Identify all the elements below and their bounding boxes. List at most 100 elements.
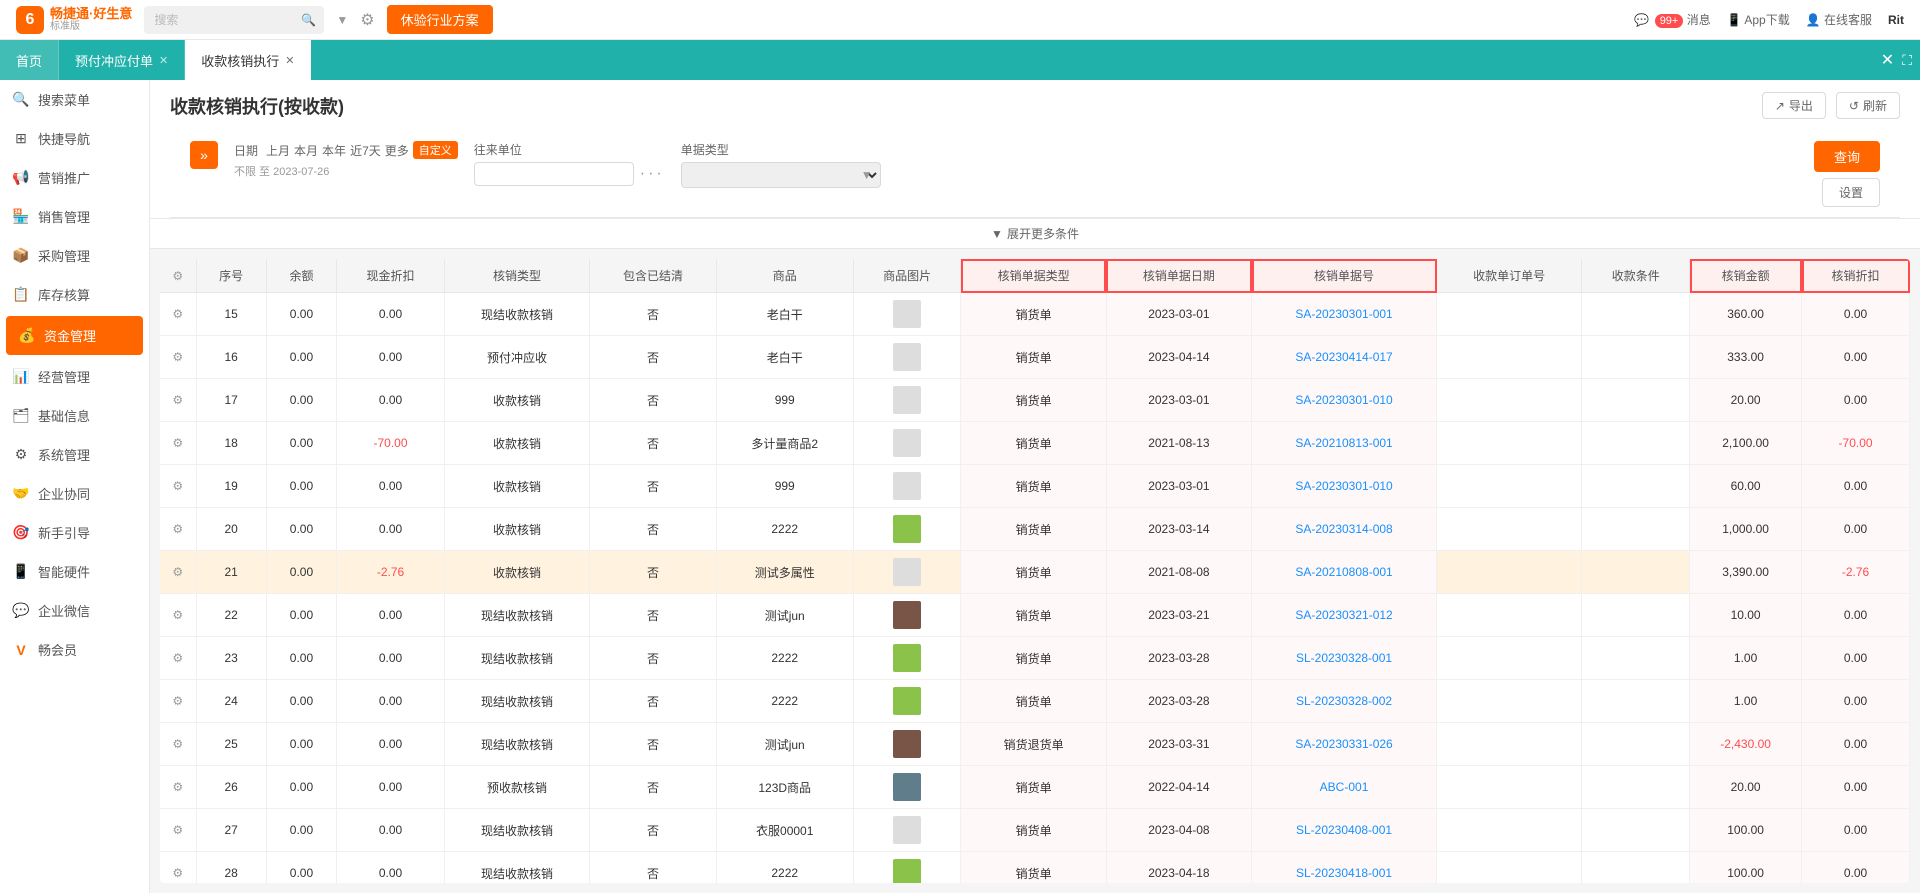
tab-prepaid[interactable]: 预付冲应付单 ✕ bbox=[59, 40, 185, 80]
voucher-no-link[interactable]: SL-20230328-001 bbox=[1296, 651, 1392, 665]
cell-settings[interactable]: ⚙ bbox=[160, 637, 196, 680]
voucher-no-link[interactable]: SA-20230301-010 bbox=[1295, 479, 1392, 493]
sidebar-item-guide[interactable]: 🎯 新手引导 bbox=[0, 513, 149, 552]
row-settings-icon[interactable]: ⚙ bbox=[172, 350, 183, 364]
partner-input[interactable] bbox=[474, 162, 634, 186]
voucher-no-link[interactable]: SA-20230414-017 bbox=[1295, 350, 1392, 364]
sidebar-item-vip[interactable]: V 畅会员 bbox=[0, 630, 149, 669]
cell-settings[interactable]: ⚙ bbox=[160, 508, 196, 551]
voucher-no-link[interactable]: ABC-001 bbox=[1320, 780, 1369, 794]
sidebar-item-finance[interactable]: 💰 资金管理 bbox=[6, 316, 143, 355]
cell-settings[interactable]: ⚙ bbox=[160, 336, 196, 379]
sidebar-item-wechat[interactable]: 💬 企业微信 bbox=[0, 591, 149, 630]
cell-settings[interactable]: ⚙ bbox=[160, 594, 196, 637]
voucher-no-link[interactable]: SA-20210808-001 bbox=[1295, 565, 1392, 579]
voucher-no-link[interactable]: SA-20230331-026 bbox=[1295, 737, 1392, 751]
voucher-no-link[interactable]: SA-20230314-008 bbox=[1295, 522, 1392, 536]
filter-expand-btn[interactable]: » bbox=[190, 141, 218, 169]
tab-verify[interactable]: 收款核销执行 ✕ bbox=[185, 40, 311, 80]
partner-dots[interactable]: ··· bbox=[640, 165, 665, 183]
query-button[interactable]: 查询 bbox=[1814, 141, 1880, 172]
sidebar-item-inventory[interactable]: 📋 库存核算 bbox=[0, 275, 149, 314]
voucher-no-link[interactable]: SL-20230418-001 bbox=[1296, 866, 1392, 880]
cell-settings[interactable]: ⚙ bbox=[160, 551, 196, 594]
cell-voucher-no[interactable]: SA-20230331-026 bbox=[1252, 723, 1437, 766]
date-this-month[interactable]: 本月 bbox=[294, 142, 318, 159]
online-service-link[interactable]: 👤 在线客服 bbox=[1806, 11, 1872, 28]
row-settings-icon[interactable]: ⚙ bbox=[172, 694, 183, 708]
date-last-month[interactable]: 上月 bbox=[266, 142, 290, 159]
date-more[interactable]: 更多 bbox=[385, 142, 409, 159]
row-settings-icon[interactable]: ⚙ bbox=[172, 436, 183, 450]
row-settings-icon[interactable]: ⚙ bbox=[172, 393, 183, 407]
settings-button[interactable]: 设置 bbox=[1822, 178, 1880, 207]
sidebar-item-base-info[interactable]: 🗂 基础信息 bbox=[0, 396, 149, 435]
tab-close-icon[interactable]: ✕ bbox=[1881, 50, 1894, 70]
cell-voucher-no[interactable]: SL-20230328-002 bbox=[1252, 680, 1437, 723]
voucher-no-link[interactable]: SA-20230301-010 bbox=[1295, 393, 1392, 407]
cell-settings[interactable]: ⚙ bbox=[160, 293, 196, 336]
tab-verify-close[interactable]: ✕ bbox=[285, 54, 294, 67]
sidebar-item-enterprise[interactable]: 🤝 企业协同 bbox=[0, 474, 149, 513]
cell-voucher-no[interactable]: SA-20230301-010 bbox=[1252, 465, 1437, 508]
cell-voucher-no[interactable]: SA-20230321-012 bbox=[1252, 594, 1437, 637]
refresh-button[interactable]: ↺ 刷新 bbox=[1836, 92, 1900, 119]
tab-prepaid-close[interactable]: ✕ bbox=[159, 54, 168, 67]
cell-settings[interactable]: ⚙ bbox=[160, 766, 196, 809]
cell-settings[interactable]: ⚙ bbox=[160, 680, 196, 723]
cell-voucher-no[interactable]: ABC-001 bbox=[1252, 766, 1437, 809]
cell-voucher-no[interactable]: SL-20230418-001 bbox=[1252, 852, 1437, 884]
tab-home[interactable]: 首页 bbox=[0, 40, 59, 80]
row-settings-icon[interactable]: ⚙ bbox=[172, 565, 183, 579]
tab-maximize-icon[interactable]: ⛶ bbox=[1902, 52, 1912, 69]
row-settings-icon[interactable]: ⚙ bbox=[172, 522, 183, 536]
date-this-year[interactable]: 本年 bbox=[322, 142, 346, 159]
row-settings-icon[interactable]: ⚙ bbox=[172, 823, 183, 837]
sidebar-item-system[interactable]: ⚙ 系统管理 bbox=[0, 435, 149, 474]
cell-settings[interactable]: ⚙ bbox=[160, 723, 196, 766]
voucher-no-link[interactable]: SA-20230321-012 bbox=[1295, 608, 1392, 622]
col-settings[interactable]: ⚙ bbox=[160, 259, 196, 293]
top-search-bar[interactable]: 搜索 🔍 bbox=[144, 6, 324, 34]
dropdown-arrow[interactable]: ▼ bbox=[336, 13, 348, 27]
sidebar-item-quick-nav[interactable]: ⊞ 快捷导航 bbox=[0, 119, 149, 158]
cell-settings[interactable]: ⚙ bbox=[160, 465, 196, 508]
sidebar-item-marketing[interactable]: 📢 营销推广 bbox=[0, 158, 149, 197]
sidebar-item-search[interactable]: 🔍 搜索菜单 bbox=[0, 80, 149, 119]
cell-settings[interactable]: ⚙ bbox=[160, 379, 196, 422]
cell-voucher-no[interactable]: SA-20210808-001 bbox=[1252, 551, 1437, 594]
row-settings-icon[interactable]: ⚙ bbox=[172, 608, 183, 622]
date-7-days[interactable]: 近7天 bbox=[350, 142, 381, 159]
row-settings-icon[interactable]: ⚙ bbox=[172, 307, 183, 321]
sidebar-item-smart-hw[interactable]: 📱 智能硬件 bbox=[0, 552, 149, 591]
cell-voucher-no[interactable]: SA-20230301-010 bbox=[1252, 379, 1437, 422]
date-custom-badge[interactable]: 自定义 bbox=[413, 141, 458, 159]
cell-voucher-no[interactable]: SA-20230414-017 bbox=[1252, 336, 1437, 379]
sidebar-item-sales[interactable]: 🏪 销售管理 bbox=[0, 197, 149, 236]
row-settings-icon[interactable]: ⚙ bbox=[172, 866, 183, 880]
cell-voucher-no[interactable]: SA-20210813-001 bbox=[1252, 422, 1437, 465]
voucher-no-link[interactable]: SL-20230328-002 bbox=[1296, 694, 1392, 708]
cell-voucher-no[interactable]: SL-20230328-001 bbox=[1252, 637, 1437, 680]
row-settings-icon[interactable]: ⚙ bbox=[172, 479, 183, 493]
voucher-no-link[interactable]: SA-20230301-001 bbox=[1295, 307, 1392, 321]
voucher-no-link[interactable]: SL-20230408-001 bbox=[1296, 823, 1392, 837]
sidebar-item-operations[interactable]: 📊 经营管理 bbox=[0, 357, 149, 396]
notification-area[interactable]: 💬 99+ 99+ 消息 bbox=[1634, 11, 1710, 28]
expand-more-btn[interactable]: ▼ 展开更多条件 bbox=[991, 225, 1079, 242]
cell-settings[interactable]: ⚙ bbox=[160, 422, 196, 465]
cell-voucher-no[interactable]: SL-20230408-001 bbox=[1252, 809, 1437, 852]
voucher-no-link[interactable]: SA-20210813-001 bbox=[1295, 436, 1392, 450]
voucher-type-select[interactable] bbox=[681, 162, 881, 188]
cell-voucher-no[interactable]: SA-20230301-001 bbox=[1252, 293, 1437, 336]
cell-settings[interactable]: ⚙ bbox=[160, 852, 196, 884]
app-download-link[interactable]: 📱 App下载 bbox=[1727, 11, 1790, 28]
export-button[interactable]: ↗ 导出 bbox=[1762, 92, 1826, 119]
sidebar-item-purchase[interactable]: 📦 采购管理 bbox=[0, 236, 149, 275]
row-settings-icon[interactable]: ⚙ bbox=[172, 651, 183, 665]
settings-icon[interactable]: ⚙ bbox=[360, 10, 374, 30]
row-settings-icon[interactable]: ⚙ bbox=[172, 737, 183, 751]
cell-voucher-no[interactable]: SA-20230314-008 bbox=[1252, 508, 1437, 551]
cell-settings[interactable]: ⚙ bbox=[160, 809, 196, 852]
industry-btn[interactable]: 休验行业方案 bbox=[387, 5, 493, 34]
